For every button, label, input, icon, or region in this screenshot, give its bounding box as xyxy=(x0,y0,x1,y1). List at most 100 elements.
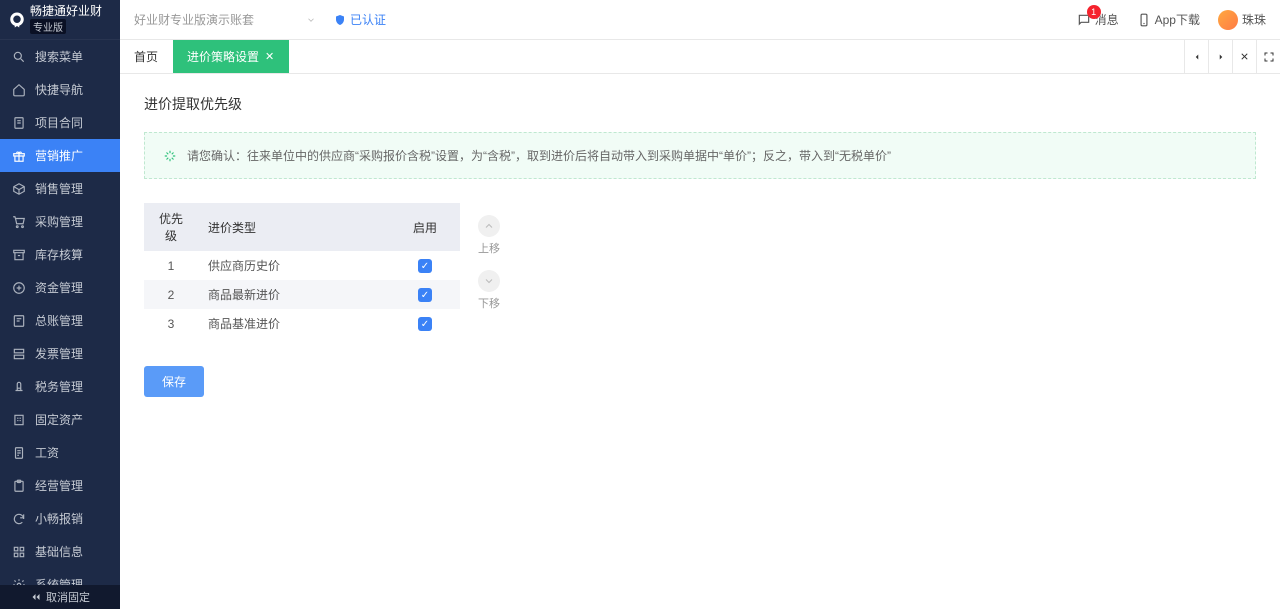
file-icon xyxy=(11,445,27,461)
sidebar-item-invoice[interactable]: 发票管理 xyxy=(0,337,120,370)
sidebar-nav: 搜索菜单 快捷导航 项目合同 营销推广 销售管理 采购管理 库存核算 资金管理 … xyxy=(0,40,120,585)
move-down-label: 下移 xyxy=(478,295,500,311)
sidebar-item-label: 采购管理 xyxy=(35,213,83,230)
chevron-down-icon xyxy=(478,270,500,292)
fullscreen-button[interactable] xyxy=(1256,40,1280,74)
sidebar-item-salary[interactable]: 工资 xyxy=(0,436,120,469)
chevron-down-icon xyxy=(306,15,316,25)
table-row[interactable]: 3 商品基准进价 ✓ xyxy=(144,309,460,338)
cell-enable: ✓ xyxy=(390,280,460,309)
close-icon[interactable]: ✕ xyxy=(265,50,274,63)
logo[interactable]: 畅捷通好业财 专业版 xyxy=(0,0,120,40)
main: 好业财专业版演示账套 已认证 消息 1 App下载 xyxy=(120,0,1280,609)
sidebar-item-reimburse[interactable]: 小畅报销 xyxy=(0,502,120,535)
checkbox-checked-icon[interactable]: ✓ xyxy=(418,288,432,302)
cell-type: 商品基准进价 xyxy=(198,309,390,338)
sidebar-item-label: 小畅报销 xyxy=(35,510,83,527)
sidebar-item-marketing[interactable]: 营销推广 xyxy=(0,139,120,172)
save-button[interactable]: 保存 xyxy=(144,366,204,397)
sidebar-item-tax[interactable]: 税务管理 xyxy=(0,370,120,403)
sidebar-item-label: 总账管理 xyxy=(35,312,83,329)
building-icon xyxy=(11,412,27,428)
table-header-row: 优先级 进价类型 启用 xyxy=(144,203,460,251)
archive-icon xyxy=(11,247,27,263)
sidebar-item-inventory[interactable]: 库存核算 xyxy=(0,238,120,271)
sidebar: 畅捷通好业财 专业版 搜索菜单 快捷导航 项目合同 营销推广 销售管理 采购管理… xyxy=(0,0,120,609)
sidebar-item-label: 快捷导航 xyxy=(35,81,83,98)
coin-icon xyxy=(11,280,27,296)
sidebar-item-ledger[interactable]: 总账管理 xyxy=(0,304,120,337)
table-row[interactable]: 1 供应商历史价 ✓ xyxy=(144,251,460,280)
tab-next-button[interactable] xyxy=(1208,40,1232,74)
sidebar-item-system[interactable]: 系统管理 xyxy=(0,568,120,585)
download-label: App下载 xyxy=(1155,11,1200,28)
download-button[interactable]: App下载 xyxy=(1137,11,1200,28)
tabs-row: 首页 进价策略设置 ✕ xyxy=(120,40,1280,74)
tab-price-strategy[interactable]: 进价策略设置 ✕ xyxy=(173,40,289,73)
tab-prev-button[interactable] xyxy=(1184,40,1208,74)
tab-label: 首页 xyxy=(134,48,158,65)
sidebar-item-search[interactable]: 搜索菜单 xyxy=(0,40,120,73)
topbar: 好业财专业版演示账套 已认证 消息 1 App下载 xyxy=(120,0,1280,40)
app-root: 畅捷通好业财 专业版 搜索菜单 快捷导航 项目合同 营销推广 销售管理 采购管理… xyxy=(0,0,1280,609)
sidebar-item-sales[interactable]: 销售管理 xyxy=(0,172,120,205)
message-button[interactable]: 消息 1 xyxy=(1077,11,1119,28)
page-title: 进价提取优先级 xyxy=(144,94,1256,114)
sidebar-item-basic[interactable]: 基础信息 xyxy=(0,535,120,568)
top-actions: 消息 1 App下载 珠珠 xyxy=(1077,10,1266,30)
phone-icon xyxy=(1137,13,1151,27)
sidebar-item-assets[interactable]: 固定资产 xyxy=(0,403,120,436)
sidebar-item-project[interactable]: 项目合同 xyxy=(0,106,120,139)
sidebar-item-operations[interactable]: 经营管理 xyxy=(0,469,120,502)
gift-icon xyxy=(11,148,27,164)
package-icon xyxy=(11,181,27,197)
table-row[interactable]: 2 商品最新进价 ✓ xyxy=(144,280,460,309)
avatar xyxy=(1218,10,1238,30)
cell-priority: 3 xyxy=(144,309,198,338)
save-row: 保存 xyxy=(144,366,1256,397)
shield-icon xyxy=(334,14,346,26)
sidebar-item-label: 基础信息 xyxy=(35,543,83,560)
move-down-button[interactable]: 下移 xyxy=(478,270,500,311)
sidebar-item-label: 经营管理 xyxy=(35,477,83,494)
table-wrap: 优先级 进价类型 启用 1 供应商历史价 ✓ 2 商品最 xyxy=(144,203,1256,338)
verified-badge[interactable]: 已认证 xyxy=(334,11,386,28)
tenant-name: 好业财专业版演示账套 xyxy=(134,11,254,28)
move-up-label: 上移 xyxy=(478,240,500,256)
tenant-select[interactable]: 好业财专业版演示账套 xyxy=(134,11,316,28)
sidebar-pin-toggle[interactable]: 取消固定 xyxy=(0,585,120,609)
tab-home[interactable]: 首页 xyxy=(120,40,173,73)
cart-icon xyxy=(11,214,27,230)
sidebar-item-quick-nav[interactable]: 快捷导航 xyxy=(0,73,120,106)
chevron-up-icon xyxy=(478,215,500,237)
user-menu[interactable]: 珠珠 xyxy=(1218,10,1266,30)
move-up-button[interactable]: 上移 xyxy=(478,215,500,256)
book-icon xyxy=(11,313,27,329)
sidebar-item-label: 项目合同 xyxy=(35,114,83,131)
checkbox-checked-icon[interactable]: ✓ xyxy=(418,259,432,273)
refresh-icon xyxy=(11,511,27,527)
th-priority: 优先级 xyxy=(144,203,198,251)
cell-enable: ✓ xyxy=(390,309,460,338)
th-enable: 启用 xyxy=(390,203,460,251)
checkbox-checked-icon[interactable]: ✓ xyxy=(418,317,432,331)
tab-close-all-button[interactable] xyxy=(1232,40,1256,74)
content: 进价提取优先级 请您确认：往来单位中的供应商“采购报价含税”设置，为“含税”，取… xyxy=(120,74,1280,609)
home-icon xyxy=(11,82,27,98)
cell-enable: ✓ xyxy=(390,251,460,280)
sidebar-item-label: 资金管理 xyxy=(35,279,83,296)
sidebar-item-label: 固定资产 xyxy=(35,411,83,428)
sidebar-item-purchase[interactable]: 采购管理 xyxy=(0,205,120,238)
th-type: 进价类型 xyxy=(198,203,390,251)
sparkle-icon xyxy=(163,149,177,163)
receipt-icon xyxy=(11,346,27,362)
collapse-icon xyxy=(30,591,42,603)
sidebar-item-label: 发票管理 xyxy=(35,345,83,362)
sidebar-item-label: 搜索菜单 xyxy=(35,48,83,65)
cell-type: 供应商历史价 xyxy=(198,251,390,280)
priority-table: 优先级 进价类型 启用 1 供应商历史价 ✓ 2 商品最 xyxy=(144,203,460,338)
sidebar-item-label: 营销推广 xyxy=(35,147,83,164)
brand-name: 畅捷通好业财 xyxy=(30,5,102,18)
sidebar-item-funds[interactable]: 资金管理 xyxy=(0,271,120,304)
stamp-icon xyxy=(11,379,27,395)
